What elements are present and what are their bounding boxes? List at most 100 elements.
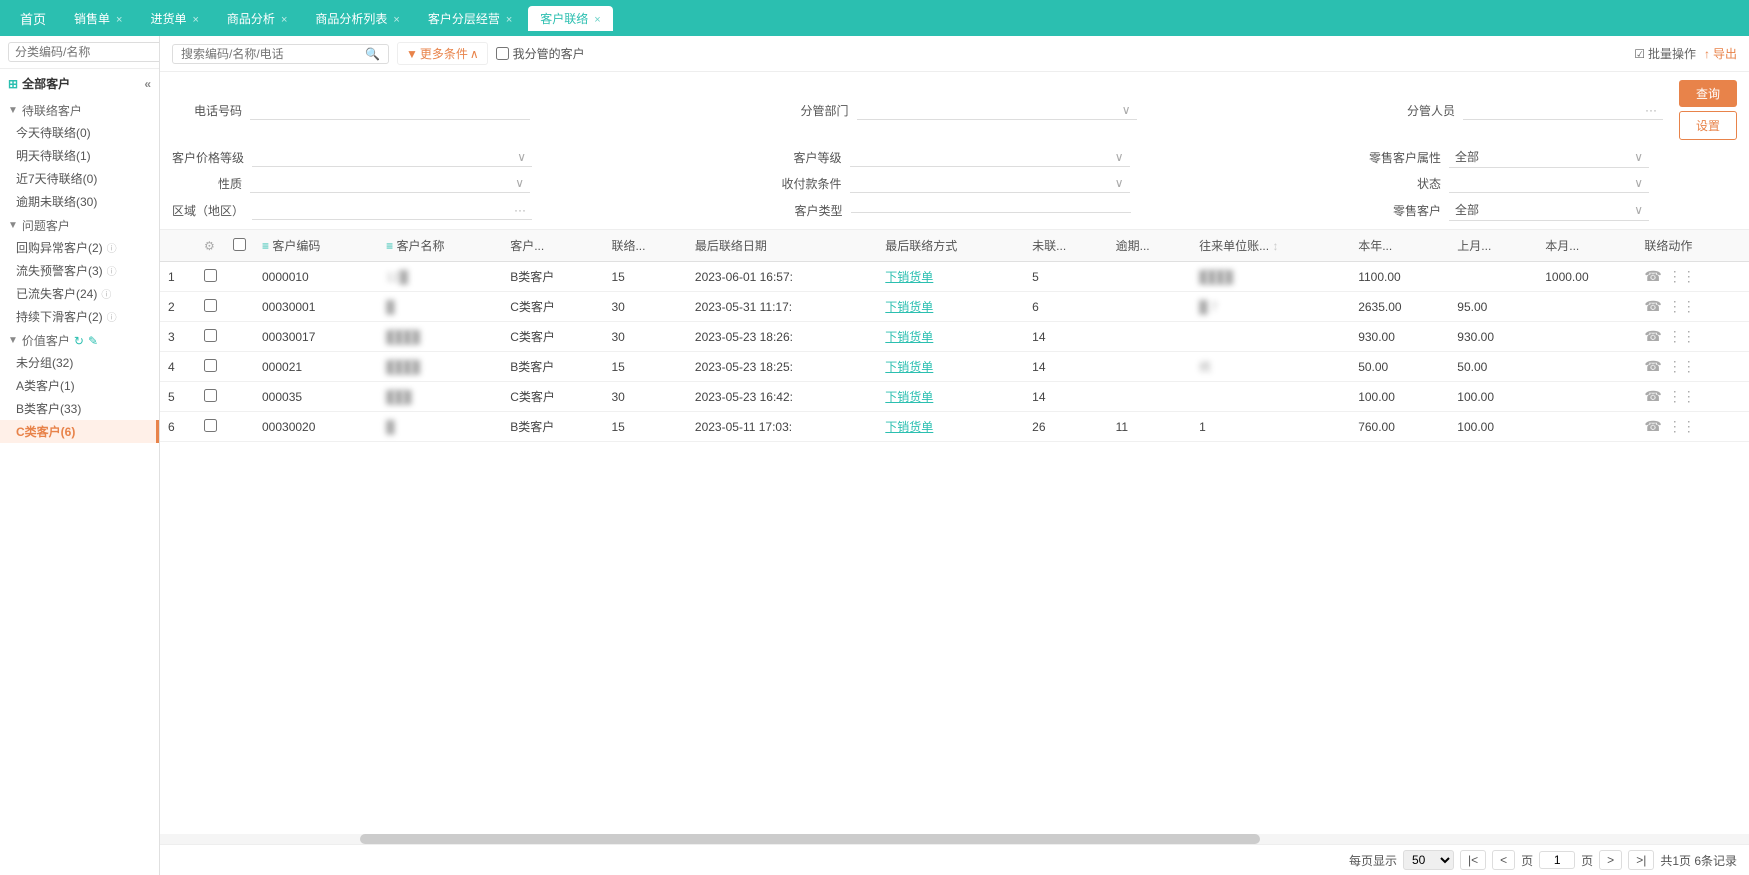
col-this-month[interactable]: 本月... <box>1537 230 1636 262</box>
col-unit-history[interactable]: 往来单位账... ↕ <box>1191 230 1350 262</box>
more-action-icon[interactable]: ⋮⋮ <box>1668 358 1696 375</box>
my-customers-checkbox[interactable] <box>496 47 509 60</box>
cell-checkbox[interactable] <box>196 292 225 322</box>
filter-retail-customer-select[interactable]: 全部 ∨ <box>1449 199 1649 221</box>
query-button[interactable]: 查询 <box>1679 80 1737 107</box>
phone-action-icon[interactable]: ☎ <box>1644 298 1661 315</box>
filter-phone-input[interactable] <box>250 101 530 120</box>
col-last-contact-date[interactable]: 最后联络日期 <box>687 230 877 262</box>
batch-op-button[interactable]: ☑ 批量操作 <box>1634 45 1696 62</box>
filter-nature-select[interactable]: ∨ <box>250 174 530 193</box>
cell-checkbox2[interactable] <box>225 292 254 322</box>
next-page-button[interactable]: > <box>1599 850 1622 870</box>
filter-value-grade-select[interactable]: ∨ <box>252 148 532 167</box>
row-checkbox-5[interactable] <box>204 419 217 432</box>
nav-tab-customer-tier[interactable]: 客户分层经营× <box>416 6 524 31</box>
row-checkbox-1[interactable] <box>204 299 217 312</box>
first-page-button[interactable]: |< <box>1460 850 1486 870</box>
sidebar-group-problem[interactable]: ▼ 问题客户 <box>0 213 159 236</box>
col-overdue[interactable]: 逾期... <box>1108 230 1191 262</box>
nav-tab-product-list[interactable]: 商品分析列表× <box>303 6 411 31</box>
cell-checkbox2[interactable] <box>225 382 254 412</box>
row-checkbox-2[interactable] <box>204 329 217 342</box>
row-checkbox-0[interactable] <box>204 269 217 282</box>
filter-status-select[interactable]: ∨ <box>1449 174 1649 193</box>
sidebar-item-overdue[interactable]: 逾期未联络(30) <box>0 190 159 213</box>
cell-checkbox2[interactable] <box>225 352 254 382</box>
col-checkbox[interactable] <box>225 230 254 262</box>
phone-action-icon[interactable]: ☎ <box>1644 328 1661 345</box>
filter-region-select[interactable]: ··· <box>252 201 532 220</box>
col-code[interactable]: ≡ 客户编码 <box>254 230 378 262</box>
sidebar-item-ungrouped[interactable]: 未分组(32) <box>0 351 159 374</box>
sidebar-item-class-c[interactable]: C类客户(6) <box>0 420 159 443</box>
manager-dotdot-icon[interactable]: ··· <box>1645 103 1657 117</box>
cell-last-contact-way[interactable]: 下销货单 <box>877 262 1024 292</box>
cell-checkbox[interactable] <box>196 352 225 382</box>
more-action-icon[interactable]: ⋮⋮ <box>1668 298 1696 315</box>
sidebar-group-pending[interactable]: ▼ 待联络客户 <box>0 98 159 121</box>
col-not-contact[interactable]: 未联... <box>1024 230 1107 262</box>
last-page-button[interactable]: >| <box>1628 850 1654 870</box>
cell-checkbox2[interactable] <box>225 322 254 352</box>
nav-tab-product-analysis[interactable]: 商品分析× <box>215 6 299 31</box>
col-type[interactable]: 客户... <box>502 230 603 262</box>
prev-page-button[interactable]: < <box>1492 850 1515 870</box>
cell-checkbox[interactable] <box>196 412 225 442</box>
my-customers-checkbox-label[interactable]: 我分管的客户 <box>496 45 585 62</box>
more-action-icon[interactable]: ⋮⋮ <box>1668 268 1696 285</box>
toolbar-search-icon[interactable]: 🔍 <box>365 47 380 61</box>
filter-payment-select[interactable]: ∨ <box>850 174 1130 193</box>
sidebar-search-input[interactable] <box>8 42 160 62</box>
refresh-icon[interactable]: ↻ <box>74 334 84 348</box>
set-button[interactable]: 设置 <box>1679 111 1737 140</box>
more-action-icon[interactable]: ⋮⋮ <box>1668 328 1696 345</box>
cell-checkbox[interactable] <box>196 262 225 292</box>
nav-tab-sales[interactable]: 销售单× <box>62 6 134 31</box>
nav-tab-customer-contact[interactable]: 客户联络× <box>528 6 612 31</box>
row-checkbox-4[interactable] <box>204 389 217 402</box>
sidebar-item-7days[interactable]: 近7天待联络(0) <box>0 167 159 190</box>
sidebar-item-class-a[interactable]: A类客户(1) <box>0 374 159 397</box>
col-this-year[interactable]: 本年... <box>1350 230 1449 262</box>
col-last-month[interactable]: 上月... <box>1449 230 1537 262</box>
cell-last-contact-way[interactable]: 下销货单 <box>877 382 1024 412</box>
col-contact[interactable]: 联络... <box>603 230 686 262</box>
filter-manager-select[interactable]: ··· <box>1463 101 1663 120</box>
phone-action-icon[interactable]: ☎ <box>1644 358 1661 375</box>
horizontal-scrollbar[interactable] <box>160 834 1749 844</box>
phone-action-icon[interactable]: ☎ <box>1644 418 1661 435</box>
row-checkbox-3[interactable] <box>204 359 217 372</box>
col-last-contact-way[interactable]: 最后联络方式 <box>877 230 1024 262</box>
sidebar-item-class-b[interactable]: B类客户(33) <box>0 397 159 420</box>
per-page-select[interactable]: 50 100 200 <box>1403 850 1454 870</box>
phone-action-icon[interactable]: ☎ <box>1644 388 1661 405</box>
filter-dept-select[interactable]: ∨ <box>857 101 1137 120</box>
filter-retail-attr-select[interactable]: 全部 ∨ <box>1449 146 1649 168</box>
cell-last-contact-way[interactable]: 下销货单 <box>877 412 1024 442</box>
col-settings[interactable]: ⚙ <box>196 230 225 262</box>
sidebar-group-value[interactable]: ▼ 价值客户 ↻ ✎ <box>0 328 159 351</box>
collapse-icon[interactable]: « <box>144 77 151 91</box>
nav-tab-purchase[interactable]: 进货单× <box>138 6 210 31</box>
select-all-checkbox[interactable] <box>233 238 246 251</box>
cell-checkbox2[interactable] <box>225 412 254 442</box>
cell-checkbox[interactable] <box>196 382 225 412</box>
sidebar-item-declining[interactable]: 持续下滑客户(2)ⓘ <box>0 305 159 328</box>
export-button[interactable]: ↑ 导出 <box>1704 45 1737 62</box>
sidebar-item-churn-warning[interactable]: 流失预警客户(3)ⓘ <box>0 259 159 282</box>
page-number-input[interactable]: 1 <box>1539 851 1575 869</box>
toolbar-search-input[interactable] <box>181 47 361 61</box>
sidebar-item-tomorrow[interactable]: 明天待联络(1) <box>0 144 159 167</box>
cell-last-contact-way[interactable]: 下销货单 <box>877 292 1024 322</box>
sidebar-all-customers[interactable]: ⊞ 全部客户 « <box>0 69 159 98</box>
nav-home[interactable]: 首页 <box>8 5 58 32</box>
filter-customer-grade-select[interactable]: ∨ <box>850 148 1130 167</box>
sidebar-item-churned[interactable]: 已流失客户(24)ⓘ <box>0 282 159 305</box>
region-dotdot-icon[interactable]: ··· <box>514 203 526 217</box>
more-action-icon[interactable]: ⋮⋮ <box>1668 388 1696 405</box>
col-name[interactable]: ≡ 客户名称 <box>378 230 502 262</box>
more-action-icon[interactable]: ⋮⋮ <box>1668 418 1696 435</box>
edit-icon[interactable]: ✎ <box>88 334 98 348</box>
cell-checkbox2[interactable] <box>225 262 254 292</box>
